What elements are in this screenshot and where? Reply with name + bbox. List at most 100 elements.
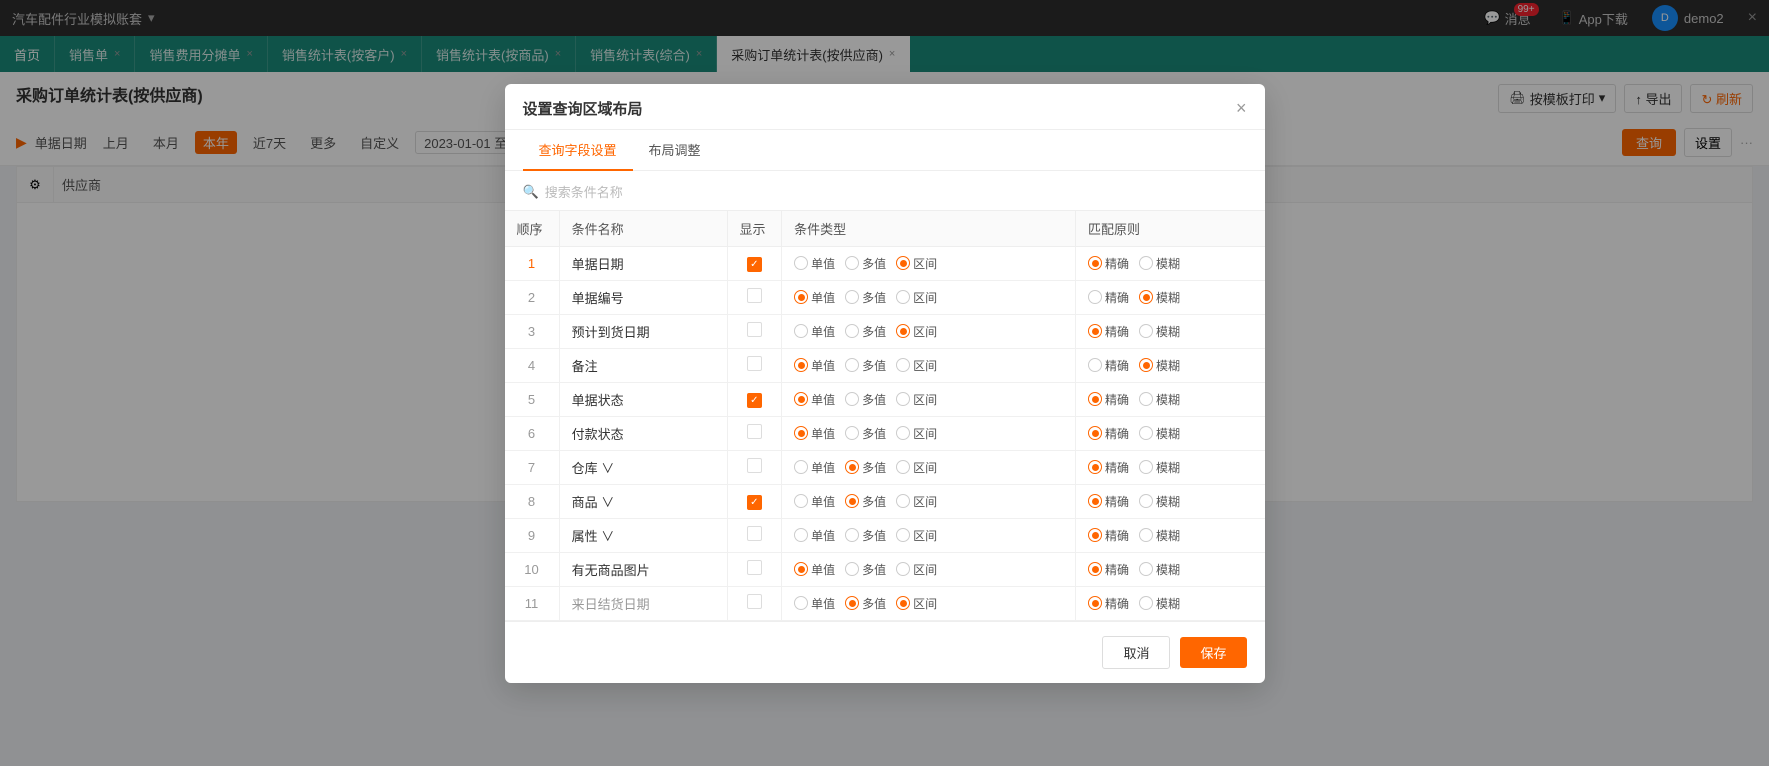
radio-match_exact[interactable]: 精确 xyxy=(1088,255,1129,272)
radio-type_multi[interactable]: 多值 xyxy=(845,323,886,340)
search-input[interactable] xyxy=(545,181,1247,204)
name-cell: 单据日期 xyxy=(559,246,727,280)
table-row: 11来日结货日期单值多值区间精确模糊 xyxy=(505,586,1265,620)
table-row: 7仓库 ∨单值多值区间精确模糊 xyxy=(505,450,1265,484)
radio-type_single[interactable]: 单值 xyxy=(794,357,835,374)
display-cell[interactable] xyxy=(727,484,782,518)
radio-circle-type_single xyxy=(794,596,808,610)
display-checkbox[interactable] xyxy=(747,594,762,609)
radio-type_single[interactable]: 单值 xyxy=(794,595,835,612)
type-cell: 单值多值区间 xyxy=(782,518,1076,552)
radio-type_range[interactable]: 区间 xyxy=(896,561,937,578)
radio-type_range[interactable]: 区间 xyxy=(896,289,937,306)
radio-circle-match_fuzzy xyxy=(1139,426,1153,440)
display-cell[interactable] xyxy=(727,314,782,348)
display-cell[interactable] xyxy=(727,552,782,586)
radio-match_exact[interactable]: 精确 xyxy=(1088,323,1129,340)
radio-match_exact[interactable]: 精确 xyxy=(1088,493,1129,510)
radio-circle-match_exact xyxy=(1088,494,1102,508)
radio-type_multi[interactable]: 多值 xyxy=(845,595,886,612)
radio-match_fuzzy[interactable]: 模糊 xyxy=(1139,527,1180,544)
display-cell[interactable] xyxy=(727,280,782,314)
radio-type_single[interactable]: 单值 xyxy=(794,289,835,306)
radio-match_exact[interactable]: 精确 xyxy=(1088,357,1129,374)
radio-type_single[interactable]: 单值 xyxy=(794,561,835,578)
display-cell[interactable] xyxy=(727,586,782,620)
radio-match_fuzzy[interactable]: 模糊 xyxy=(1139,425,1180,442)
display-checkbox[interactable] xyxy=(747,393,762,408)
radio-match_fuzzy[interactable]: 模糊 xyxy=(1139,323,1180,340)
display-cell[interactable] xyxy=(727,416,782,450)
radio-circle-match_fuzzy xyxy=(1139,528,1153,542)
radio-match_fuzzy[interactable]: 模糊 xyxy=(1139,255,1180,272)
radio-type_single[interactable]: 单值 xyxy=(794,391,835,408)
radio-type_multi[interactable]: 多值 xyxy=(845,493,886,510)
display-cell[interactable] xyxy=(727,382,782,416)
radio-match_fuzzy[interactable]: 模糊 xyxy=(1139,561,1180,578)
search-icon: 🔍 xyxy=(523,184,539,200)
cancel-button[interactable]: 取消 xyxy=(1102,636,1170,669)
tab-query-fields[interactable]: 查询字段设置 xyxy=(523,130,633,171)
radio-type_single[interactable]: 单值 xyxy=(794,255,835,272)
radio-match_exact[interactable]: 精确 xyxy=(1088,425,1129,442)
radio-match_fuzzy[interactable]: 模糊 xyxy=(1139,357,1180,374)
radio-type_single[interactable]: 单值 xyxy=(794,493,835,510)
dialog-close-button[interactable]: × xyxy=(1236,98,1247,119)
display-checkbox[interactable] xyxy=(747,560,762,575)
display-checkbox[interactable] xyxy=(747,526,762,541)
radio-type_range[interactable]: 区间 xyxy=(896,459,937,476)
radio-match_exact[interactable]: 精确 xyxy=(1088,391,1129,408)
radio-match_exact[interactable]: 精确 xyxy=(1088,595,1129,612)
seq-cell: 1 xyxy=(505,246,560,280)
table-row: 3预计到货日期单值多值区间精确模糊 xyxy=(505,314,1265,348)
radio-circle-match_exact xyxy=(1088,358,1102,372)
radio-circle-type_multi xyxy=(845,460,859,474)
display-checkbox[interactable] xyxy=(747,257,762,272)
radio-type_range[interactable]: 区间 xyxy=(896,425,937,442)
radio-type_range[interactable]: 区间 xyxy=(896,357,937,374)
type-cell: 单值多值区间 xyxy=(782,450,1076,484)
radio-type_range[interactable]: 区间 xyxy=(896,493,937,510)
radio-match_exact[interactable]: 精确 xyxy=(1088,561,1129,578)
tab-layout[interactable]: 布局调整 xyxy=(633,130,717,171)
save-button[interactable]: 保存 xyxy=(1180,637,1246,668)
radio-type_range[interactable]: 区间 xyxy=(896,595,937,612)
radio-type_multi[interactable]: 多值 xyxy=(845,561,886,578)
radio-type_single[interactable]: 单值 xyxy=(794,323,835,340)
radio-type_multi[interactable]: 多值 xyxy=(845,289,886,306)
radio-type_range[interactable]: 区间 xyxy=(896,527,937,544)
radio-match_exact[interactable]: 精确 xyxy=(1088,527,1129,544)
radio-match_fuzzy[interactable]: 模糊 xyxy=(1139,459,1180,476)
radio-type_multi[interactable]: 多值 xyxy=(845,459,886,476)
display-checkbox[interactable] xyxy=(747,322,762,337)
display-checkbox[interactable] xyxy=(747,495,762,510)
radio-type_range[interactable]: 区间 xyxy=(896,391,937,408)
radio-match_fuzzy[interactable]: 模糊 xyxy=(1139,289,1180,306)
radio-type_single[interactable]: 单值 xyxy=(794,425,835,442)
display-checkbox[interactable] xyxy=(747,356,762,371)
type-cell: 单值多值区间 xyxy=(782,552,1076,586)
type-cell: 单值多值区间 xyxy=(782,314,1076,348)
radio-type_single[interactable]: 单值 xyxy=(794,527,835,544)
radio-match_fuzzy[interactable]: 模糊 xyxy=(1139,391,1180,408)
radio-type_multi[interactable]: 多值 xyxy=(845,391,886,408)
radio-match_fuzzy[interactable]: 模糊 xyxy=(1139,493,1180,510)
type-cell: 单值多值区间 xyxy=(782,246,1076,280)
radio-type_range[interactable]: 区间 xyxy=(896,323,937,340)
radio-match_exact[interactable]: 精确 xyxy=(1088,459,1129,476)
radio-type_multi[interactable]: 多值 xyxy=(845,357,886,374)
radio-type_single[interactable]: 单值 xyxy=(794,459,835,476)
radio-match_fuzzy[interactable]: 模糊 xyxy=(1139,595,1180,612)
radio-type_range[interactable]: 区间 xyxy=(896,255,937,272)
display-cell[interactable] xyxy=(727,518,782,552)
display-checkbox[interactable] xyxy=(747,458,762,473)
display-cell[interactable] xyxy=(727,450,782,484)
display-checkbox[interactable] xyxy=(747,288,762,303)
radio-match_exact[interactable]: 精确 xyxy=(1088,289,1129,306)
display-checkbox[interactable] xyxy=(747,424,762,439)
display-cell[interactable] xyxy=(727,246,782,280)
display-cell[interactable] xyxy=(727,348,782,382)
radio-type_multi[interactable]: 多值 xyxy=(845,527,886,544)
radio-type_multi[interactable]: 多值 xyxy=(845,255,886,272)
radio-type_multi[interactable]: 多值 xyxy=(845,425,886,442)
